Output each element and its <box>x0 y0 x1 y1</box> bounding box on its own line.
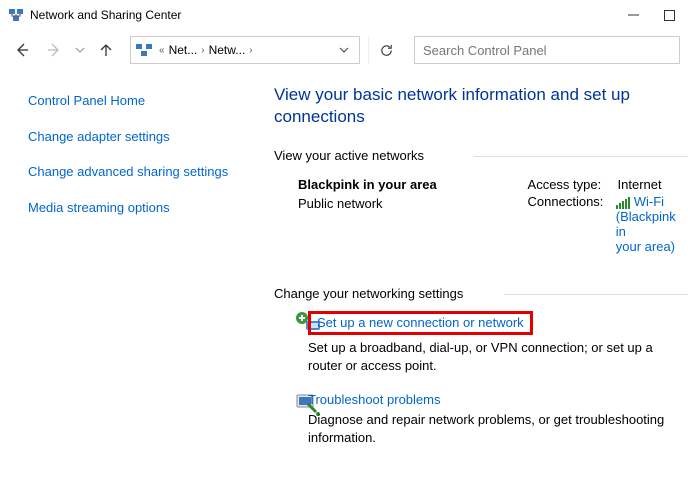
crumb-part-1[interactable]: Net... <box>169 43 198 57</box>
setup-connection-desc: Set up a broadband, dial-up, or VPN conn… <box>308 339 688 374</box>
setup-connection-icon <box>274 311 308 374</box>
access-type-label: Access type: <box>528 177 618 192</box>
search-input[interactable]: Search Control Panel <box>414 36 680 64</box>
breadcrumb[interactable]: « Net... › Netw... › <box>130 36 360 64</box>
change-settings-label: Change your networking settings <box>274 286 688 301</box>
troubleshoot-icon <box>274 392 308 446</box>
access-type-value: Internet <box>618 177 662 192</box>
troubleshoot-link[interactable]: Troubleshoot problems <box>308 392 440 407</box>
active-network-block: Blackpink in your area Public network Ac… <box>274 177 688 256</box>
network-type: Public network <box>298 196 520 211</box>
search-placeholder: Search Control Panel <box>423 43 547 58</box>
window-title: Network and Sharing Center <box>30 8 624 22</box>
wifi-signal-icon <box>616 197 630 209</box>
breadcrumb-icon <box>135 41 153 59</box>
chevron-right-icon: › <box>197 45 208 56</box>
crumb-part-2[interactable]: Netw... <box>209 43 246 57</box>
sidebar-link-media[interactable]: Media streaming options <box>28 199 232 217</box>
troubleshoot-desc: Diagnose and repair network problems, or… <box>308 411 688 446</box>
minimize-button[interactable] <box>624 6 642 24</box>
sidebar: Control Panel Home Change adapter settin… <box>0 70 250 504</box>
connections-label: Connections: <box>528 194 616 254</box>
active-networks-label: View your active networks <box>274 148 688 163</box>
breadcrumb-dropdown[interactable] <box>331 45 357 55</box>
app-icon <box>8 7 24 23</box>
option-troubleshoot-row: Troubleshoot problems Diagnose and repai… <box>274 392 688 446</box>
highlight-box: Set up a new connection or network <box>308 311 533 335</box>
setup-connection-link[interactable]: Set up a new connection or network <box>317 315 524 330</box>
sidebar-link-adapter[interactable]: Change adapter settings <box>28 128 232 146</box>
forward-button[interactable] <box>40 36 68 64</box>
chevron-right-icon: › <box>245 45 256 56</box>
refresh-button[interactable] <box>368 36 404 64</box>
crumb-sep-icon: « <box>155 45 169 56</box>
sidebar-link-home[interactable]: Control Panel Home <box>28 92 232 110</box>
connections-link[interactable]: Wi-Fi (Blackpink in your area) <box>616 194 688 254</box>
main-panel: View your basic network information and … <box>250 70 688 504</box>
toolbar: « Net... › Netw... › Search Control Pane… <box>0 30 688 70</box>
option-setup-row: Set up a new connection or network Set u… <box>274 311 688 374</box>
up-button[interactable] <box>92 36 120 64</box>
maximize-button[interactable] <box>660 6 678 24</box>
recent-dropdown[interactable] <box>72 36 88 64</box>
back-button[interactable] <box>8 36 36 64</box>
sidebar-link-advanced[interactable]: Change advanced sharing settings <box>28 163 232 181</box>
network-name: Blackpink in your area <box>298 177 520 192</box>
page-heading: View your basic network information and … <box>274 84 688 128</box>
titlebar: Network and Sharing Center <box>0 0 688 30</box>
